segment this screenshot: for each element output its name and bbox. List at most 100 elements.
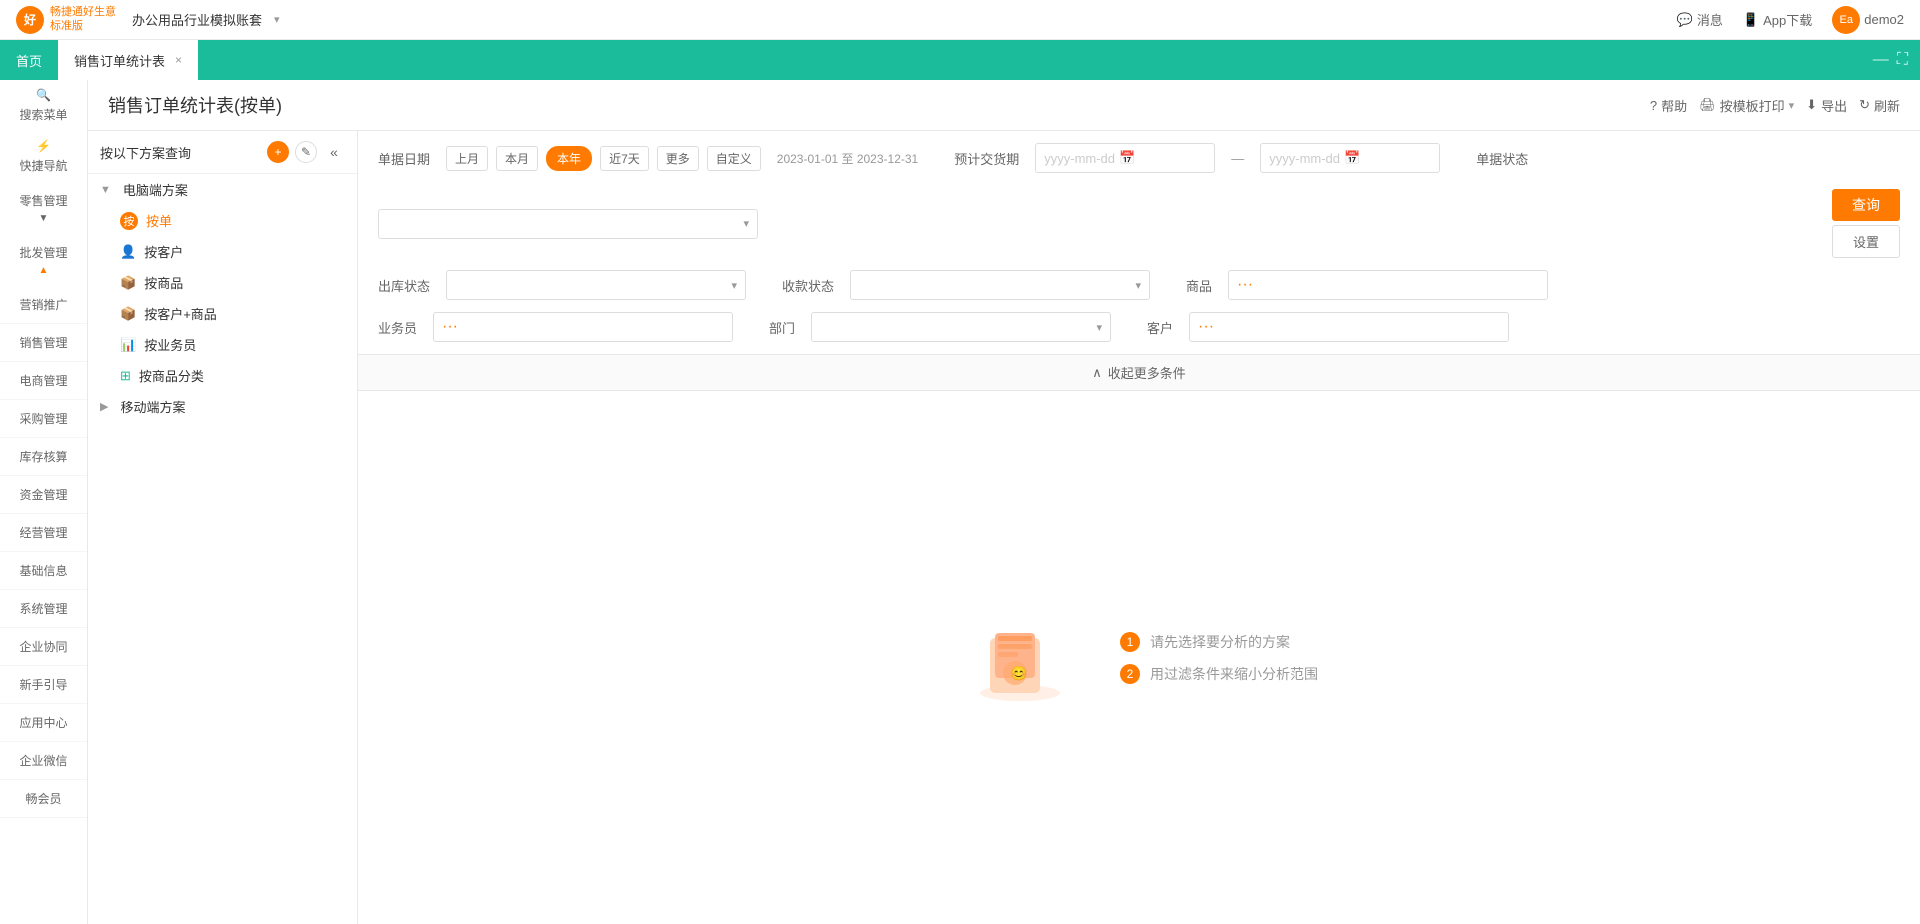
shipping-select[interactable]: ▾ — [446, 270, 746, 300]
sales-label: 销售管理 — [19, 334, 67, 351]
sidebar-item-wechat[interactable]: 企业微信 — [0, 742, 87, 780]
sidebar-item-sales[interactable]: 销售管理 — [0, 324, 87, 362]
tree-item-by-salesman[interactable]: 📊 按业务员 — [88, 329, 357, 360]
sales-input[interactable]: ··· — [433, 312, 733, 342]
newbie-label: 新手引导 — [19, 676, 67, 693]
message-label: 消息 — [1697, 10, 1723, 29]
dept-select[interactable]: ▾ — [811, 312, 1111, 342]
query-btn[interactable]: 查询 — [1832, 189, 1900, 221]
date-btn-custom[interactable]: 自定义 — [707, 146, 761, 171]
collapse-bar[interactable]: ∧ 收起更多条件 — [358, 355, 1920, 391]
tab-bar-right: — ⛶ — [1873, 51, 1920, 69]
date-btn-thismonth[interactable]: 本月 — [496, 146, 538, 171]
sidebar-item-operations[interactable]: 经营管理 — [0, 514, 87, 552]
sidebar-item-enterprise[interactable]: 企业协同 — [0, 628, 87, 666]
sidebar-item-marketing[interactable]: 营销推广 — [0, 286, 87, 324]
panel-add-btn[interactable]: + — [267, 141, 289, 163]
export-label: 导出 — [1821, 96, 1847, 115]
top-bar-left: 好 畅捷通好生意 标准版 办公用品行业模拟账套 ▾ — [16, 6, 280, 34]
member-label: 畅会员 — [25, 790, 61, 807]
by-goods-label: 按商品 — [144, 273, 183, 292]
date-btn-more[interactable]: 更多 — [657, 146, 699, 171]
receive-select[interactable]: ▾ — [850, 270, 1150, 300]
sidebar-item-member[interactable]: 畅会员 — [0, 780, 87, 818]
sidebar-item-wholesale[interactable]: 批发管理 ▲ — [0, 234, 87, 286]
left-panel-header: 按以下方案查询 + ✎ « — [88, 131, 357, 174]
date-range-text: 2023-01-01 至 2023-12-31 — [777, 150, 918, 167]
refresh-label: 刷新 — [1874, 96, 1900, 115]
refresh-icon: ↻ — [1859, 97, 1870, 113]
tree-item-by-category[interactable]: ⊞ 按商品分类 — [88, 360, 357, 391]
settings-btn[interactable]: 设置 — [1832, 225, 1900, 258]
sidebar-item-inventory[interactable]: 库存核算 — [0, 438, 87, 476]
message-icon: 💬 — [1677, 12, 1693, 28]
by-order-label: 按单 — [146, 211, 172, 230]
sidebar-search[interactable]: 🔍 搜索菜单 — [0, 80, 87, 131]
tree-item-by-order[interactable]: 按 按单 — [88, 205, 357, 236]
tab-close-btn[interactable]: × — [175, 53, 182, 67]
tab-bar: 首页 销售订单统计表 × — ⛶ — [0, 40, 1920, 80]
user-area[interactable]: Ea demo2 — [1832, 6, 1904, 34]
tree-item-by-goods[interactable]: 📦 按商品 — [88, 267, 357, 298]
tab-home[interactable]: 首页 — [0, 40, 58, 80]
step-1-text: 请先选择要分析的方案 — [1150, 632, 1290, 652]
tree-mobile-section[interactable]: ▶ 移动端方案 — [88, 391, 357, 422]
empty-step-1: 1 请先选择要分析的方案 — [1120, 632, 1318, 652]
by-customer-goods-icon: 📦 — [120, 306, 136, 322]
empty-steps: 1 请先选择要分析的方案 2 用过滤条件来缩小分析范围 — [1120, 632, 1318, 684]
refresh-btn[interactable]: ↻ 刷新 — [1859, 96, 1900, 115]
ecommerce-label: 电商管理 — [19, 372, 67, 389]
tree-pc-section[interactable]: ▼ 电脑端方案 — [88, 174, 357, 205]
mobile-section-label: 移动端方案 — [120, 397, 185, 416]
customer-input[interactable]: ··· — [1189, 312, 1509, 342]
message-btn[interactable]: 💬 消息 — [1677, 10, 1723, 29]
sidebar-item-purchase[interactable]: 采购管理 — [0, 400, 87, 438]
help-btn[interactable]: ? 帮助 — [1650, 96, 1687, 115]
app-title-dropdown[interactable]: ▾ — [274, 13, 280, 26]
date-btn-thisyear[interactable]: 本年 — [546, 146, 592, 171]
date-btn-lastmonth[interactable]: 上月 — [446, 146, 488, 171]
right-content: 单据日期 上月 本月 本年 近7天 更多 自定义 2023-01-01 至 20… — [358, 131, 1920, 924]
page-title: 销售订单统计表(按单) — [108, 92, 282, 130]
quick-nav-icon: ⚡ — [36, 139, 51, 153]
print-dropdown-icon[interactable]: ▾ — [1789, 99, 1795, 112]
sidebar-item-basic[interactable]: 基础信息 — [0, 552, 87, 590]
customer-dots-btn[interactable]: ··· — [1198, 318, 1214, 336]
print-icon: 🖨 — [1699, 97, 1716, 113]
filter-row-2: 出库状态 ▾ 收款状态 ▾ 商品 ··· — [378, 270, 1900, 300]
export-btn[interactable]: ⬇ 导出 — [1806, 96, 1847, 115]
tab-sales-order[interactable]: 销售订单统计表 × — [58, 40, 198, 80]
download-btn[interactable]: 📱 App下载 — [1743, 10, 1812, 29]
sidebar-item-system[interactable]: 系统管理 — [0, 590, 87, 628]
print-btn[interactable]: 🖨 按模板打印 ▾ — [1699, 96, 1794, 115]
goods-input[interactable]: ··· — [1228, 270, 1548, 300]
step-2-text: 用过滤条件来缩小分析范围 — [1150, 664, 1318, 684]
tree-item-by-customer[interactable]: 👤 按客户 — [88, 236, 357, 267]
sales-dots-btn[interactable]: ··· — [442, 318, 458, 336]
status-select[interactable]: ▾ — [378, 209, 758, 239]
pc-section-chevron: ▼ — [100, 184, 111, 196]
sidebar-item-appcenter[interactable]: 应用中心 — [0, 704, 87, 742]
calendar-icon-2: 📅 — [1344, 150, 1360, 166]
panel-toolbar: + ✎ « — [267, 141, 345, 163]
left-panel-title: 按以下方案查询 — [100, 143, 191, 162]
sidebar-item-retail[interactable]: 零售管理 ▼ — [0, 182, 87, 234]
expected-date-end[interactable]: yyyy-mm-dd 📅 — [1260, 143, 1440, 173]
date-btn-7days[interactable]: 近7天 — [600, 146, 649, 171]
panel-edit-btn[interactable]: ✎ — [295, 141, 317, 163]
receive-chevron: ▾ — [1136, 279, 1142, 292]
sidebar-item-newbie[interactable]: 新手引导 — [0, 666, 87, 704]
sidebar-item-finance[interactable]: 资金管理 — [0, 476, 87, 514]
goods-dots-btn[interactable]: ··· — [1237, 276, 1253, 294]
sidebar-item-ecommerce[interactable]: 电商管理 — [0, 362, 87, 400]
marketing-label: 营销推广 — [19, 296, 67, 313]
panel-collapse-btn[interactable]: « — [323, 141, 345, 163]
sidebar-quick-nav-label: 快捷导航 — [19, 157, 67, 174]
sidebar-quick-nav[interactable]: ⚡ 快捷导航 — [0, 131, 87, 182]
tab-minimize-icon[interactable]: — — [1873, 51, 1889, 69]
tree-item-by-customer-goods[interactable]: 📦 按客户+商品 — [88, 298, 357, 329]
expected-date-end-placeholder: yyyy-mm-dd — [1269, 151, 1340, 166]
expected-date-start[interactable]: yyyy-mm-dd 📅 — [1035, 143, 1215, 173]
tab-expand-icon[interactable]: ⛶ — [1897, 51, 1908, 69]
avatar: Ea — [1832, 6, 1860, 34]
